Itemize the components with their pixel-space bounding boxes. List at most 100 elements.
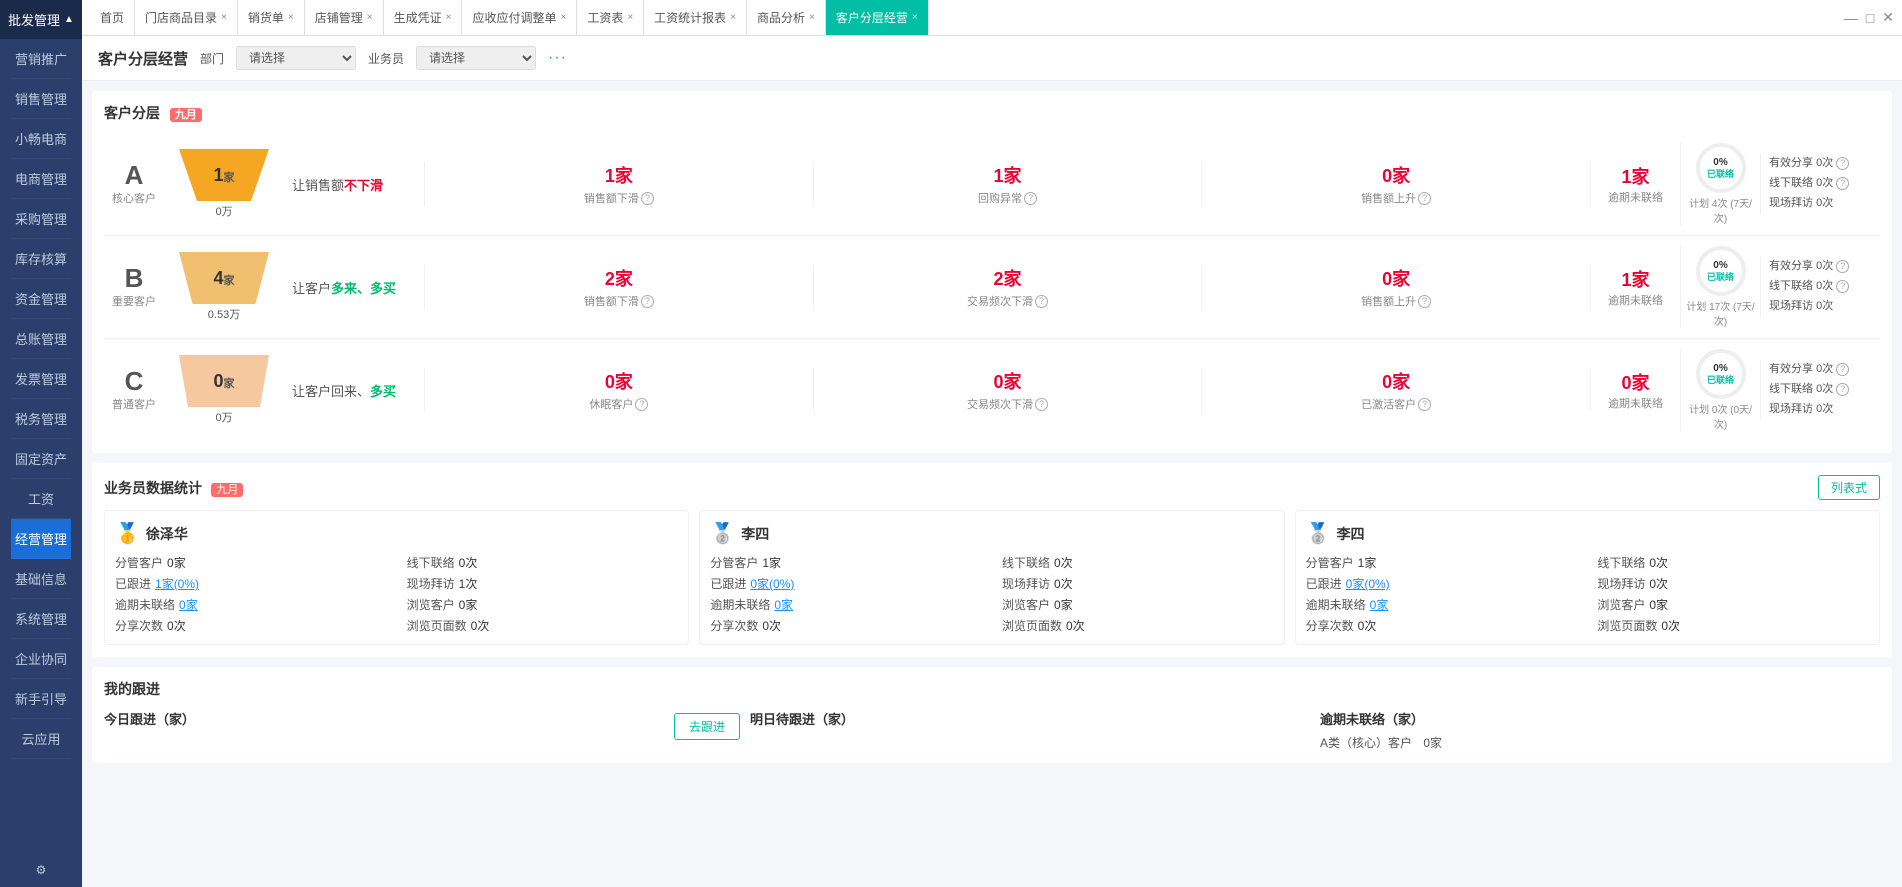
sidebar-item-发票管理[interactable]: 发票管理	[11, 359, 71, 399]
salesman-stat-6: 分享次数 0次	[1306, 617, 1578, 634]
settings-icon[interactable]: ⚙	[0, 853, 82, 887]
tab-店铺管理[interactable]: 店铺管理 ×	[305, 0, 384, 36]
tab-销货单[interactable]: 销货单 ×	[238, 0, 305, 36]
salesman-stat-7: 浏览页面数 0次	[1002, 617, 1274, 634]
tab-close-icon[interactable]: ×	[627, 12, 633, 23]
tab-商品分析[interactable]: 商品分析 ×	[747, 0, 826, 36]
sidebar-item-营销推广[interactable]: 营销推广	[11, 39, 71, 79]
salesman-stat-3: 现场拜访 0次	[1597, 575, 1869, 592]
tab-close-icon[interactable]: ×	[367, 12, 373, 23]
tab-工资表[interactable]: 工资表 ×	[577, 0, 644, 36]
salesman-name: 徐泽华	[146, 524, 188, 544]
salesman-stat-3: 现场拜访 1次	[407, 575, 679, 592]
sidebar-item-电商管理[interactable]: 电商管理	[11, 159, 71, 199]
sidebar-item-基础信息[interactable]: 基础信息	[11, 559, 71, 599]
stat-block-3: 0家 销售额上升 ?	[1201, 265, 1590, 309]
window-maximize-icon[interactable]: □	[1866, 10, 1874, 26]
salesman-name: 李四	[1337, 524, 1365, 544]
main-area: 首页门店商品目录 ×销货单 ×店铺管理 ×生成凭证 ×应收应付调整单 ×工资表 …	[82, 0, 1902, 887]
goto-followup-button[interactable]: 去跟进	[674, 713, 740, 740]
list-view-button[interactable]: 列表式	[1818, 475, 1880, 500]
circle-block-B: 0% 已联络 计划 17次 (7天/次)	[1680, 246, 1760, 328]
salesman-header: 🥈 李四	[710, 521, 1273, 546]
tab-客户分层经营[interactable]: 客户分层经营 ×	[826, 0, 929, 36]
tier-row-C: C 普通客户 0家 0万 让客户回来、多买 0家 休眠客户 ? 0家 交易频次下…	[104, 339, 1880, 441]
tab-bar: 首页门店商品目录 ×销货单 ×店铺管理 ×生成凭证 ×应收应付调整单 ×工资表 …	[82, 0, 1902, 36]
stat-block-1: 0家 休眠客户 ?	[424, 368, 813, 412]
salesman-stat-4: 逾期未联络 0家	[1306, 596, 1578, 613]
tier-a-row: A类（核心）客户 0家	[1320, 734, 1880, 751]
tier-count-A: 1家 0万	[174, 149, 274, 219]
sidebar-item-销售管理[interactable]: 销售管理	[11, 79, 71, 119]
salesman-medal: 🥇	[115, 521, 140, 546]
tab-close-icon[interactable]: ×	[446, 12, 452, 23]
sidebar-header: 批发管理 ▲	[0, 0, 82, 39]
tier-action-B: 让客户多来、多买	[284, 278, 414, 297]
sidebar-item-固定资产[interactable]: 固定资产	[11, 439, 71, 479]
salesman-section-header: 业务员数据统计 九月 列表式	[104, 475, 1880, 500]
sidebar-item-系统管理[interactable]: 系统管理	[11, 599, 71, 639]
tier-stats-B: 2家 销售额下滑 ? 2家 交易频次下滑 ? 0家 销售额上升 ? 1家 逾期未…	[424, 246, 1880, 328]
salesman-month-tag: 九月	[211, 483, 243, 497]
salesman-medal: 🥈	[710, 521, 735, 546]
tab-生成凭证[interactable]: 生成凭证 ×	[384, 0, 463, 36]
stat-block-2: 0家 交易频次下滑 ?	[813, 368, 1202, 412]
sales-label: 业务员	[368, 50, 404, 67]
tier-action-A: 让销售额不下滑	[284, 175, 414, 194]
tab-close-icon[interactable]: ×	[288, 12, 294, 23]
contact-block-C: 0家 逾期未联络	[1590, 369, 1680, 411]
sidebar-toggle-icon[interactable]: ▲	[64, 14, 74, 25]
followup-section: 我的跟进 今日跟进（家） 去跟进 明日待跟进（家） 逾期未联络（家） A类（核心…	[92, 667, 1892, 763]
sidebar-item-库存核算[interactable]: 库存核算	[11, 239, 71, 279]
sidebar-item-工资[interactable]: 工资	[11, 479, 71, 519]
tab-应收应付调整单[interactable]: 应收应付调整单 ×	[462, 0, 577, 36]
sidebar-item-云应用[interactable]: 云应用	[11, 719, 71, 759]
page-title: 客户分层经营	[98, 48, 188, 69]
sidebar-item-资金管理[interactable]: 资金管理	[11, 279, 71, 319]
side-stats-A: 有效分享 0次 ? 线下联络 0次 ? 现场拜访 0次	[1760, 154, 1880, 213]
tab-门店商品目录[interactable]: 门店商品目录 ×	[135, 0, 238, 36]
tab-首页[interactable]: 首页	[90, 0, 135, 36]
stat-block-3: 0家 已激活客户 ?	[1201, 368, 1590, 412]
tier-stats-A: 1家 销售额下滑 ? 1家 回购异常 ? 0家 销售额上升 ? 1家 逾期未联络…	[424, 143, 1880, 225]
salesman-stat-2: 已跟进 0家(0%)	[710, 575, 982, 592]
tab-close-icon[interactable]: ×	[730, 12, 736, 23]
salesman-stats-grid: 分管客户 0家 线下联络 0次 已跟进 1家(0%) 现场拜访 1次 逾期未联络…	[115, 554, 678, 634]
stat-block-1: 2家 销售额下滑 ?	[424, 265, 813, 309]
tab-close-icon[interactable]: ×	[912, 12, 918, 23]
sidebar-item-总账管理[interactable]: 总账管理	[11, 319, 71, 359]
overdue-followup-title: 逾期未联络（家）	[1320, 709, 1880, 728]
window-close-icon[interactable]: ✕	[1882, 9, 1894, 26]
salesman-stat-6: 分享次数 0次	[710, 617, 982, 634]
sidebar-item-经营管理[interactable]: 经营管理	[11, 519, 71, 559]
salesman-stats-grid: 分管客户 1家 线下联络 0次 已跟进 0家(0%) 现场拜访 0次 逾期未联络…	[1306, 554, 1869, 634]
tab-工资统计报表[interactable]: 工资统计报表 ×	[644, 0, 747, 36]
sales-select[interactable]: 请选择	[416, 46, 536, 70]
salesman-stat-3: 现场拜访 0次	[1002, 575, 1274, 592]
sidebar-item-采购管理[interactable]: 采购管理	[11, 199, 71, 239]
sidebar: 批发管理 ▲ 营销推广销售管理小畅电商电商管理采购管理库存核算资金管理总账管理发…	[0, 0, 82, 887]
sidebar-item-小畅电商[interactable]: 小畅电商	[11, 119, 71, 159]
tab-close-icon[interactable]: ×	[809, 12, 815, 23]
stat-block-1: 1家 销售额下滑 ?	[424, 162, 813, 206]
tab-close-icon[interactable]: ×	[221, 12, 227, 23]
customer-tier-section: 客户分层 九月 A 核心客户 1家 0万 让销售额不下滑 1家 销售额下滑 ? …	[92, 91, 1892, 453]
salesman-stat-5: 浏览客户 0家	[1002, 596, 1274, 613]
overdue-followup-col: 逾期未联络（家） A类（核心）客户 0家	[1320, 709, 1880, 751]
salesman-card-2: 🥈 李四 分管客户 1家 线下联络 0次 已跟进 0家(0%) 现场拜访 0次 …	[1295, 510, 1880, 645]
dept-select[interactable]: 请选择	[236, 46, 356, 70]
tier-label-B: B 重要客户	[104, 265, 164, 309]
sidebar-item-税务管理[interactable]: 税务管理	[11, 399, 71, 439]
tab-close-icon[interactable]: ×	[560, 12, 566, 23]
tier-count-C: 0家 0万	[174, 355, 274, 425]
followup-grid: 今日跟进（家） 去跟进 明日待跟进（家） 逾期未联络（家） A类（核心）客户 0…	[104, 709, 1880, 751]
customer-month-tag: 九月	[170, 108, 202, 122]
dept-label: 部门	[200, 50, 224, 67]
salesman-stat-7: 浏览页面数 0次	[1597, 617, 1869, 634]
circle-block-A: 0% 已联络 计划 4次 (7天/次)	[1680, 143, 1760, 225]
window-minimize-icon[interactable]: —	[1844, 10, 1858, 26]
salesman-stat-2: 已跟进 0家(0%)	[1306, 575, 1578, 592]
sidebar-item-企业协同[interactable]: 企业协同	[11, 639, 71, 679]
sidebar-item-新手引导[interactable]: 新手引导	[11, 679, 71, 719]
more-options-icon[interactable]: ···	[548, 49, 567, 67]
